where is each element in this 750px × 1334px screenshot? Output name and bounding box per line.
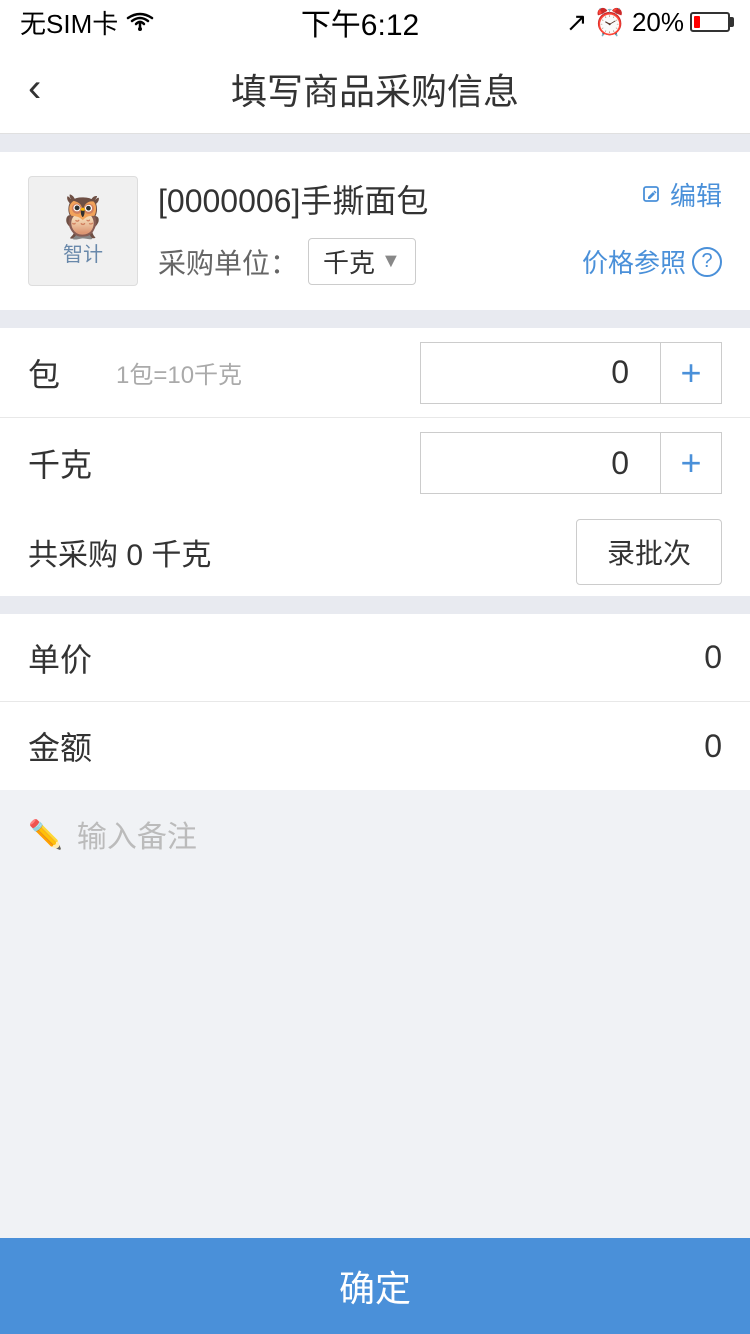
status-time: 下午6:12: [301, 0, 419, 44]
amount-row: 金额 0: [0, 702, 750, 790]
dropdown-arrow-icon: ▼: [381, 250, 401, 273]
remark-placeholder: 输入备注: [77, 812, 197, 856]
edit-label: 编辑: [670, 176, 722, 213]
unit-left: 采购单位： 千克 ▼: [158, 238, 416, 285]
price-label: 单价: [28, 635, 704, 681]
product-thumbnail: 🦉 智计: [28, 176, 138, 286]
status-right: ↗ ⏰ 20%: [566, 7, 730, 38]
product-thumb-label: 智计: [63, 238, 103, 267]
summary-row: 共采购 0 千克 录批次: [0, 508, 750, 596]
price-row: 单价 0: [0, 614, 750, 702]
nav-bar: ‹ 填写商品采购信息: [0, 44, 750, 134]
price-ref-button[interactable]: 价格参照 ?: [582, 243, 722, 280]
back-button[interactable]: ‹: [28, 66, 41, 111]
batch-button[interactable]: 录批次: [576, 519, 722, 585]
carrier-text: 无SIM卡: [20, 4, 118, 41]
product-name: [0000006]手撕面包: [158, 176, 428, 222]
wifi-icon: [126, 7, 154, 38]
status-bar: 无SIM卡 下午6:12 ↗ ⏰ 20%: [0, 0, 750, 44]
product-card: 🦉 智计 [0000006]手撕面包 编辑 采购单位： 千克 ▼: [0, 152, 750, 310]
batch-label: 录批次: [607, 538, 691, 569]
unit-label: 采购单位：: [158, 242, 298, 282]
kg-plus-button[interactable]: +: [660, 432, 722, 494]
bao-label: 包: [28, 350, 108, 396]
remark-section[interactable]: ✏️ 输入备注: [0, 790, 750, 878]
bao-plus-button[interactable]: +: [660, 342, 722, 404]
empty-area: [0, 878, 750, 1178]
kg-label: 千克: [28, 440, 108, 486]
kg-input[interactable]: [420, 432, 660, 494]
bao-input[interactable]: [420, 342, 660, 404]
kg-plus-icon: +: [680, 442, 701, 484]
edit-button[interactable]: 编辑: [641, 176, 722, 213]
middle-divider-1: [0, 310, 750, 328]
top-divider: [0, 134, 750, 152]
unit-row: 采购单位： 千克 ▼ 价格参照 ?: [158, 238, 722, 285]
unit-select-dropdown[interactable]: 千克 ▼: [308, 238, 416, 285]
amount-value: 0: [704, 728, 722, 765]
location-icon: ↗: [566, 7, 588, 38]
bao-row: 包 1包=10千克 +: [0, 328, 750, 418]
product-name-row: [0000006]手撕面包 编辑: [158, 176, 722, 222]
battery-icon: [690, 12, 730, 32]
confirm-label: 确定: [339, 1260, 411, 1312]
product-info: [0000006]手撕面包 编辑 采购单位： 千克 ▼ 价格参照 ?: [158, 176, 722, 285]
kg-input-group: +: [420, 432, 722, 494]
price-ref-label: 价格参照: [582, 243, 686, 280]
battery-pct: 20%: [632, 7, 684, 38]
quantity-section: 包 1包=10千克 + 千克 +: [0, 328, 750, 508]
pencil-icon: ✏️: [28, 818, 63, 851]
bao-sublabel: 1包=10千克: [116, 355, 242, 390]
info-section: 单价 0 金额 0: [0, 614, 750, 790]
price-value: 0: [704, 639, 722, 676]
alarm-icon: ⏰: [594, 7, 626, 38]
summary-text: 共采购 0 千克: [28, 530, 576, 574]
confirm-button[interactable]: 确定: [0, 1238, 750, 1334]
page-title: 填写商品采购信息: [231, 63, 519, 115]
unit-value: 千克: [323, 243, 375, 280]
amount-label: 金额: [28, 723, 704, 769]
product-owl-icon: 🦉: [57, 196, 109, 238]
kg-row: 千克 +: [0, 418, 750, 508]
bao-input-group: +: [420, 342, 722, 404]
price-ref-help-icon: ?: [692, 247, 722, 277]
middle-divider-2: [0, 596, 750, 614]
bao-plus-icon: +: [680, 352, 701, 394]
status-left: 无SIM卡: [20, 4, 154, 41]
